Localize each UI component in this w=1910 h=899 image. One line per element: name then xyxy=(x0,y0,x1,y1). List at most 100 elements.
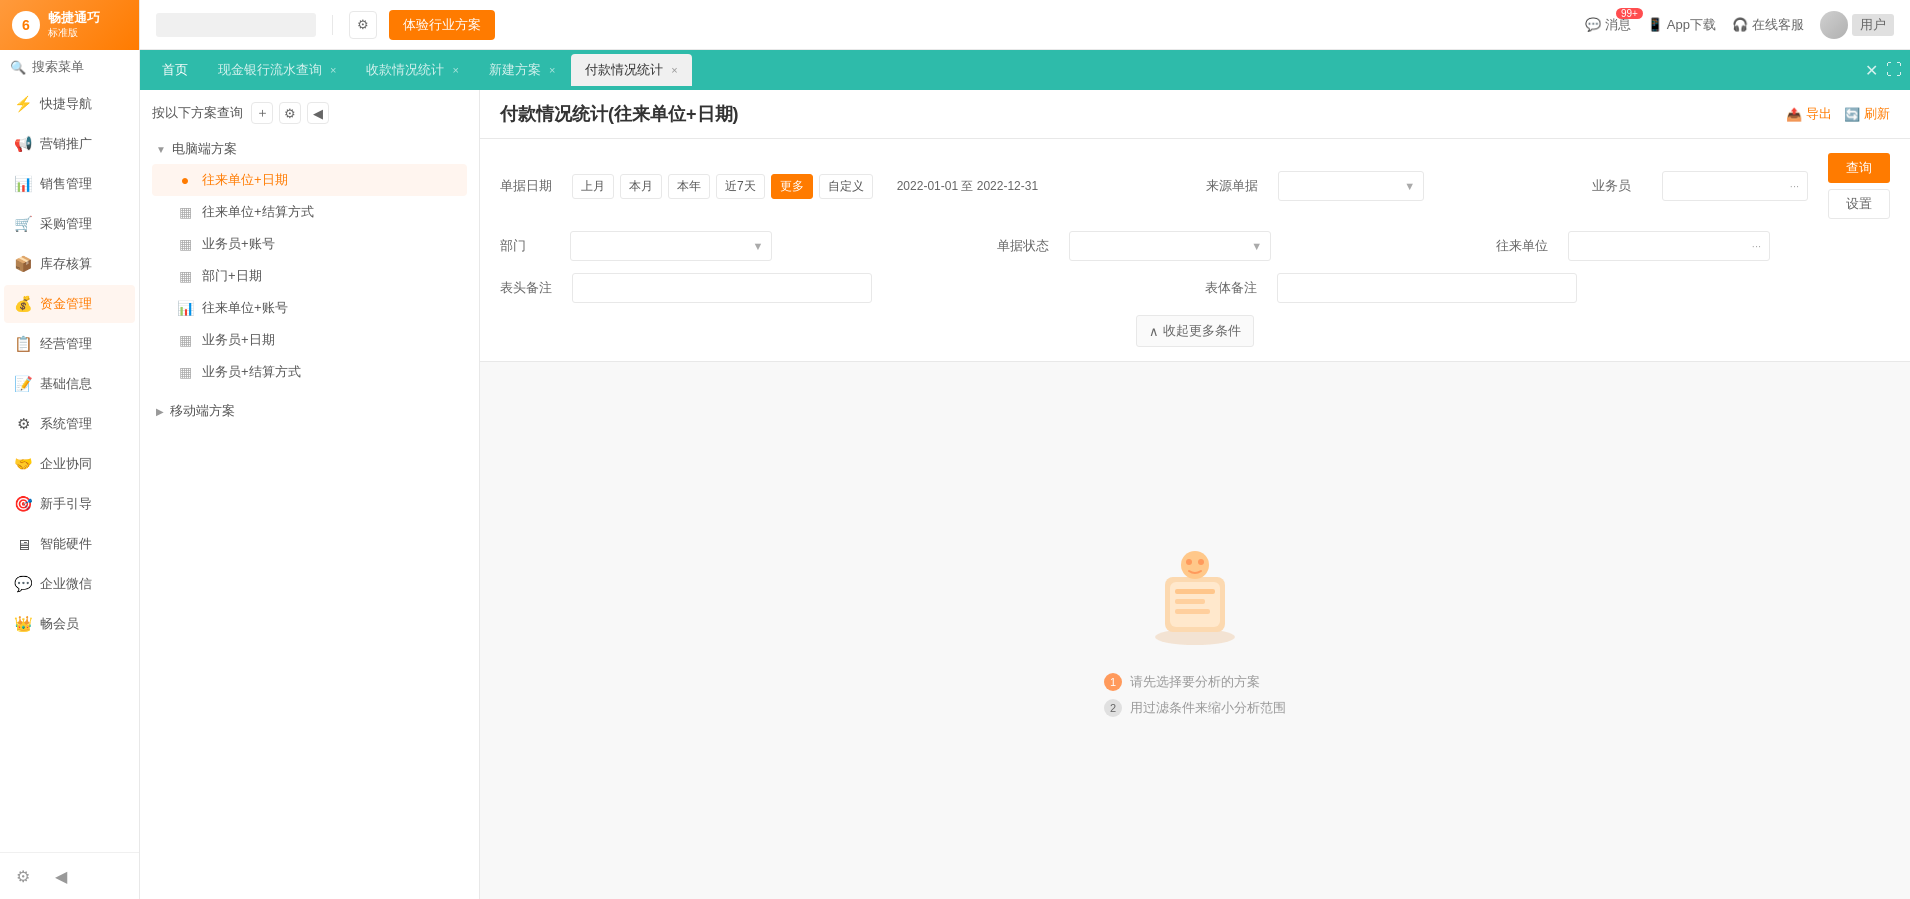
scheme-partner-account-icon: 📊 xyxy=(176,299,194,317)
logo-text-block: 畅捷通巧 标准版 xyxy=(48,10,100,40)
window-expand-btn[interactable]: ⛶ xyxy=(1886,61,1902,79)
tab-payment-stats[interactable]: 付款情况统计 × xyxy=(571,54,691,86)
scheme-salesperson-settlement-label: 业务员+结算方式 xyxy=(202,363,301,381)
tab-receivable-stats[interactable]: 收款情况统计 × xyxy=(352,54,472,86)
topbar-right: 💬 消息 99+ 📱 App下载 🎧 在线客服 用户 xyxy=(1585,11,1894,39)
scheme-salesperson-account[interactable]: ▦ 业务员+账号 xyxy=(152,228,467,260)
scheme-partner-date-icon: ● xyxy=(176,171,194,189)
salesperson-select[interactable]: ··· xyxy=(1662,171,1808,201)
window-close-btn[interactable]: ✕ xyxy=(1865,61,1878,80)
date-btn-last-month[interactable]: 上月 xyxy=(572,174,614,199)
guide-icon: 🎯 xyxy=(14,495,32,513)
scheme-salesperson-settlement[interactable]: ▦ 业务员+结算方式 xyxy=(152,356,467,388)
scheme-dept-date[interactable]: ▦ 部门+日期 xyxy=(152,260,467,292)
message-icon: 💬 xyxy=(1585,17,1601,32)
sidebar-item-system[interactable]: ⚙ 系统管理 xyxy=(4,405,135,443)
query-button[interactable]: 查询 xyxy=(1828,153,1890,183)
message-badge: 99+ xyxy=(1616,8,1643,19)
tab-new-plan-label: 新建方案 xyxy=(489,61,541,79)
sidebar-item-label: 新手引导 xyxy=(40,495,92,513)
service-btn[interactable]: 🎧 在线客服 xyxy=(1732,16,1804,34)
topbar-gear-btn[interactable]: ⚙ xyxy=(349,11,377,39)
wechat-icon: 💬 xyxy=(14,575,32,593)
panel-collapse-btn[interactable]: ◀ xyxy=(307,102,329,124)
sidebar-item-label: 智能硬件 xyxy=(40,535,92,553)
collapse-row: ∧ 收起更多条件 xyxy=(500,315,1890,347)
scheme-partner-date[interactable]: ● 往来单位+日期 xyxy=(152,164,467,196)
sidebar-item-basic[interactable]: 📝 基础信息 xyxy=(4,365,135,403)
sidebar-search[interactable]: 🔍 搜索菜单 xyxy=(0,50,139,84)
tab-payment-stats-close[interactable]: × xyxy=(671,64,677,76)
dept-select[interactable]: ▼ xyxy=(570,231,772,261)
sidebar-item-finance[interactable]: 💰 资金管理 xyxy=(4,285,135,323)
sidebar-item-management[interactable]: 📋 经营管理 xyxy=(4,325,135,363)
sidebar-item-label: 营销推广 xyxy=(40,135,92,153)
date-btn-more[interactable]: 更多 xyxy=(771,174,813,199)
scheme-partner-account[interactable]: 📊 往来单位+账号 xyxy=(152,292,467,324)
date-btn-custom[interactable]: 自定义 xyxy=(819,174,873,199)
tip-text-2: 用过滤条件来缩小分析范围 xyxy=(1130,699,1286,717)
svg-point-6 xyxy=(1181,551,1209,579)
tab-bank-flow[interactable]: 现金银行流水查询 × xyxy=(204,54,350,86)
svg-point-7 xyxy=(1186,559,1192,565)
filter-area: 单据日期 上月 本月 本年 近7天 更多 自定义 2022-01-01 至 20… xyxy=(480,139,1910,362)
header-note-label: 表头备注 xyxy=(500,279,552,297)
sidebar-item-marketing[interactable]: 📢 营销推广 xyxy=(4,125,135,163)
sidebar-item-wechat[interactable]: 💬 企业微信 xyxy=(4,565,135,603)
sidebar-item-quick-nav[interactable]: ⚡ 快捷导航 xyxy=(4,85,135,123)
service-icon: 🎧 xyxy=(1732,17,1748,32)
header-note-input[interactable] xyxy=(572,273,872,303)
sidebar-item-company[interactable]: 🤝 企业协同 xyxy=(4,445,135,483)
mobile-section-header[interactable]: ▶ 移动端方案 xyxy=(152,396,467,426)
sidebar-item-guide[interactable]: 🎯 新手引导 xyxy=(4,485,135,523)
tab-home[interactable]: 首页 xyxy=(148,54,202,86)
scheme-partner-settlement[interactable]: ▦ 往来单位+结算方式 xyxy=(152,196,467,228)
tab-receivable-stats-close[interactable]: × xyxy=(452,64,458,76)
sidebar-settings-btn[interactable]: ⚙ xyxy=(8,861,38,891)
export-button[interactable]: 📤 导出 xyxy=(1786,105,1832,123)
doc-status-select[interactable]: ▼ xyxy=(1069,231,1271,261)
body-note-input[interactable] xyxy=(1277,273,1577,303)
message-btn[interactable]: 💬 消息 99+ xyxy=(1585,16,1631,34)
date-btn-7days[interactable]: 近7天 xyxy=(716,174,765,199)
sidebar-item-inventory[interactable]: 📦 库存核算 xyxy=(4,245,135,283)
sidebar-collapse-btn[interactable]: ◀ xyxy=(46,861,76,891)
purchase-icon: 🛒 xyxy=(14,215,32,233)
settings-button[interactable]: 设置 xyxy=(1828,189,1890,219)
app-download-btn[interactable]: 📱 App下载 xyxy=(1647,16,1716,34)
scheme-salesperson-date[interactable]: ▦ 业务员+日期 xyxy=(152,324,467,356)
sidebar-item-sales[interactable]: 📊 销售管理 xyxy=(4,165,135,203)
tab-bank-flow-close[interactable]: × xyxy=(330,64,336,76)
page-actions: 📤 导出 🔄 刷新 xyxy=(1786,105,1890,123)
svg-rect-3 xyxy=(1175,589,1215,594)
pc-section-header[interactable]: ▼ 电脑端方案 xyxy=(152,134,467,164)
sidebar-item-hardware[interactable]: 🖥 智能硬件 xyxy=(4,525,135,563)
sales-icon: 📊 xyxy=(14,175,32,193)
content-area: 按以下方案查询 ＋ ⚙ ◀ ▼ 电脑端方案 ● 往来单位+日期 ▦ xyxy=(140,90,1910,899)
panel-settings-btn[interactable]: ⚙ xyxy=(279,102,301,124)
sidebar-item-member[interactable]: 👑 畅会员 xyxy=(4,605,135,643)
date-btn-this-month[interactable]: 本月 xyxy=(620,174,662,199)
filter-action-buttons: 查询 设置 xyxy=(1828,153,1890,219)
filter-row-2: 部门 ▼ 单据状态 ▼ 往来单位 ··· xyxy=(500,231,1890,261)
doc-status-label: 单据状态 xyxy=(997,237,1049,255)
collapse-more-btn[interactable]: ∧ 收起更多条件 xyxy=(1136,315,1254,347)
sidebar-item-purchase[interactable]: 🛒 采购管理 xyxy=(4,205,135,243)
partner-select[interactable]: ··· xyxy=(1568,231,1770,261)
tab-new-plan[interactable]: 新建方案 × xyxy=(475,54,569,86)
date-btn-this-year[interactable]: 本年 xyxy=(668,174,710,199)
tab-new-plan-close[interactable]: × xyxy=(549,64,555,76)
source-select[interactable]: ▼ xyxy=(1278,171,1424,201)
pc-section-label: 电脑端方案 xyxy=(172,140,237,158)
empty-state: 1 请先选择要分析的方案 2 用过滤条件来缩小分析范围 xyxy=(480,362,1910,899)
left-panel: 按以下方案查询 ＋ ⚙ ◀ ▼ 电脑端方案 ● 往来单位+日期 ▦ xyxy=(140,90,480,899)
export-label: 导出 xyxy=(1806,105,1832,123)
refresh-button[interactable]: 🔄 刷新 xyxy=(1844,105,1890,123)
svg-rect-4 xyxy=(1175,599,1205,604)
trial-button[interactable]: 体验行业方案 xyxy=(389,10,495,40)
collapse-label: 收起更多条件 xyxy=(1163,322,1241,340)
salesperson-label: 业务员 xyxy=(1592,177,1642,195)
member-icon: 👑 xyxy=(14,615,32,633)
panel-add-btn[interactable]: ＋ xyxy=(251,102,273,124)
user-avatar-area[interactable]: 用户 xyxy=(1820,11,1894,39)
